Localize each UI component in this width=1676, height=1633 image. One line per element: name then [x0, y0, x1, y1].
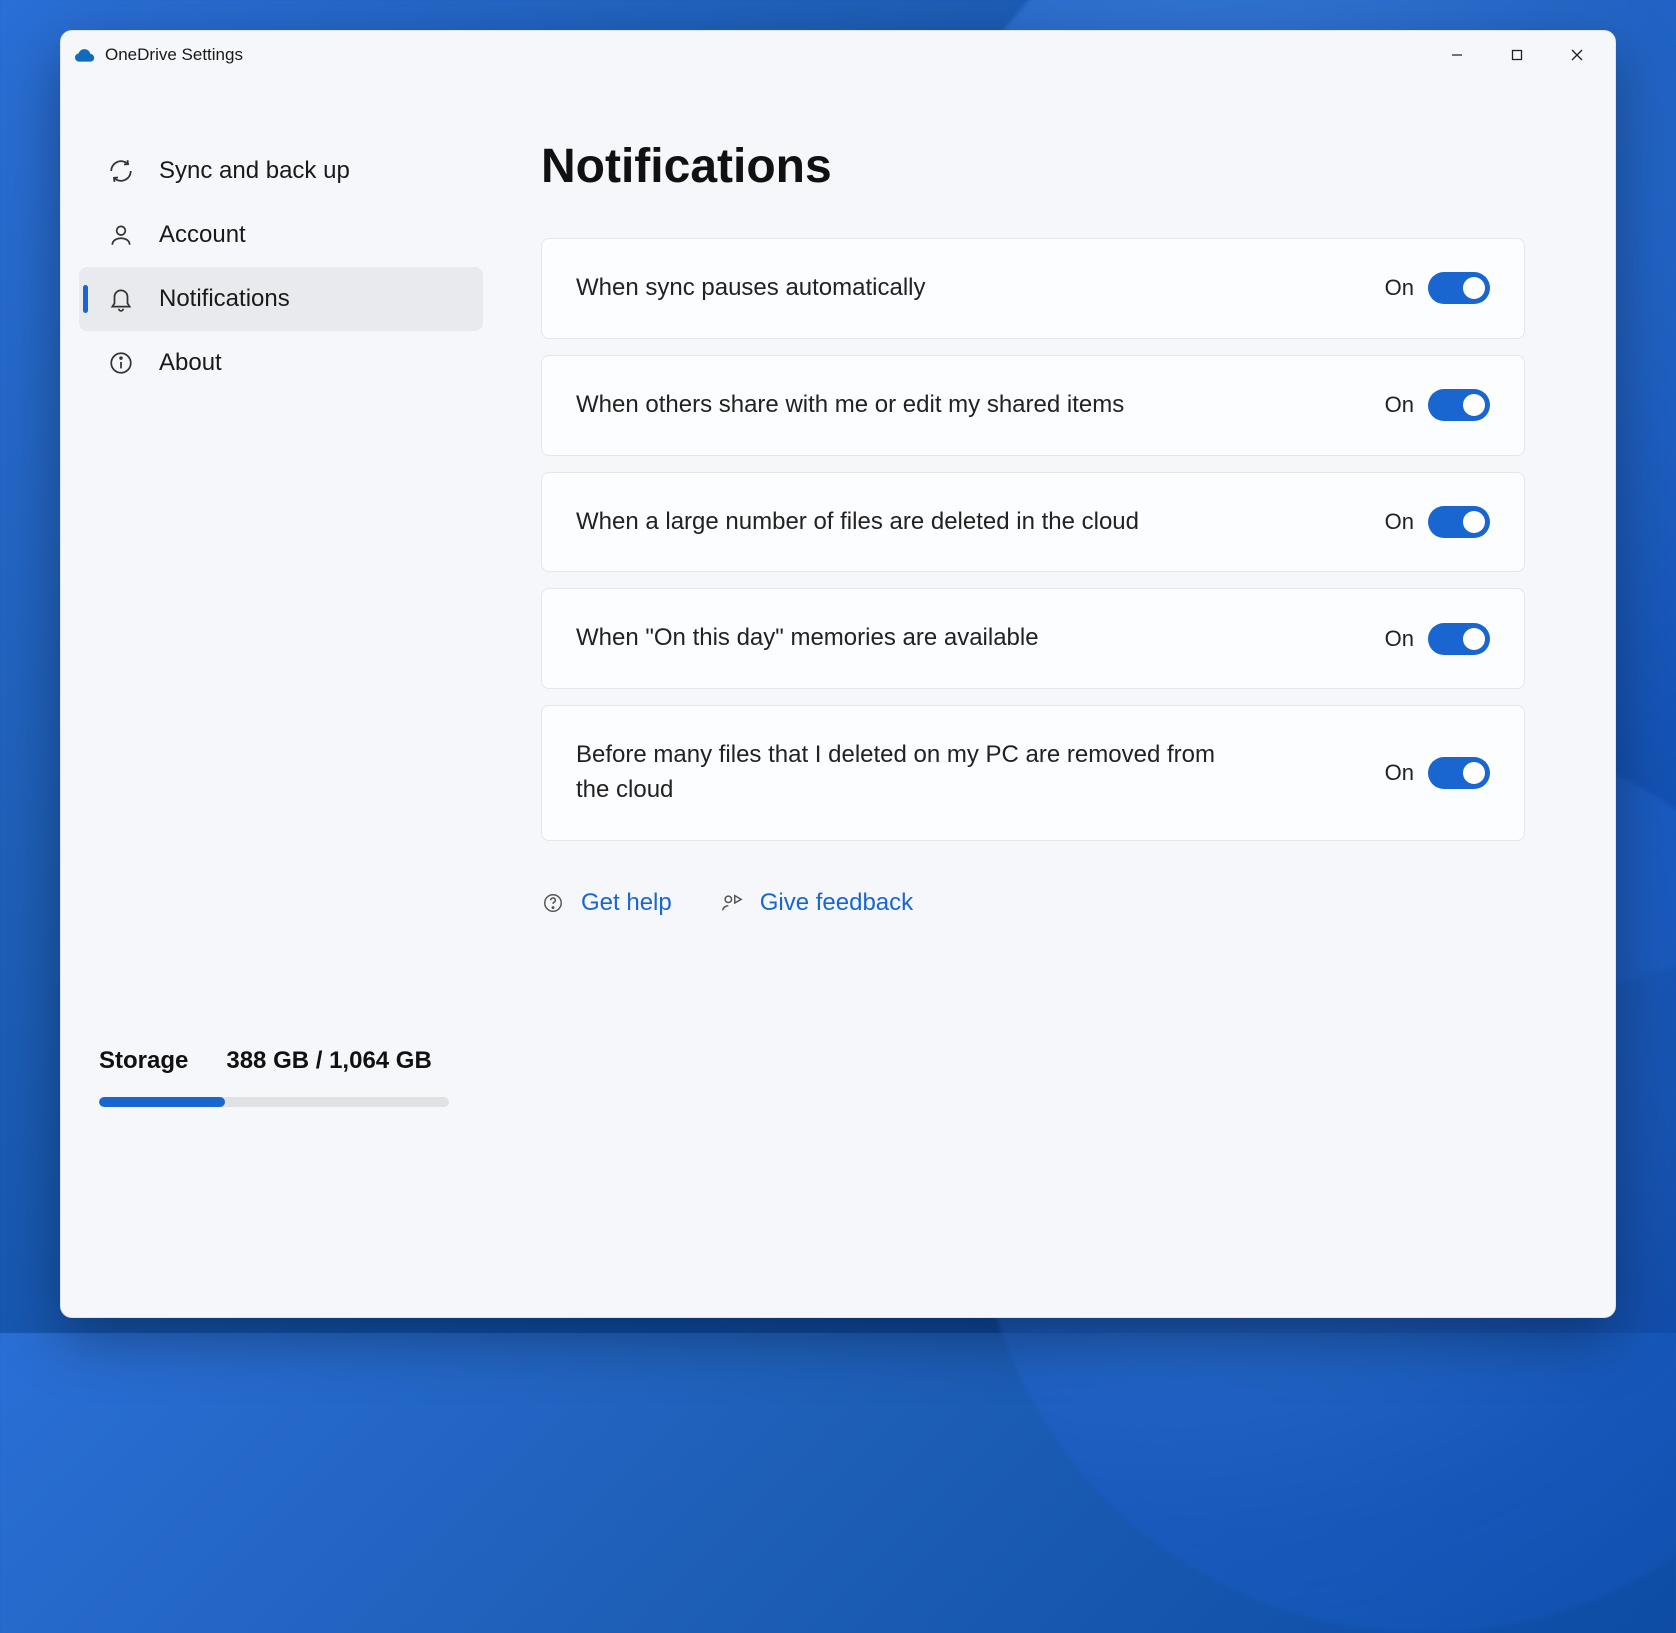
onedrive-settings-window: OneDrive Settings	[60, 30, 1616, 1318]
toggle-state-text: On	[1385, 275, 1414, 301]
titlebar[interactable]: OneDrive Settings	[61, 31, 1615, 79]
setting-before-remove-from-cloud: Before many files that I deleted on my P…	[541, 705, 1525, 841]
storage-label: Storage	[99, 1047, 188, 1075]
setting-label: When "On this day" memories are availabl…	[576, 621, 1039, 656]
setting-others-share: When others share with me or edit my sha…	[541, 355, 1525, 456]
setting-sync-pause: When sync pauses automatically On	[541, 238, 1525, 339]
setting-on-this-day: When "On this day" memories are availabl…	[541, 588, 1525, 689]
setting-many-deleted-cloud: When a large number of files are deleted…	[541, 472, 1525, 573]
close-button[interactable]	[1547, 35, 1607, 75]
window-title: OneDrive Settings	[105, 45, 243, 65]
sidebar-item-label: Sync and back up	[159, 157, 350, 185]
sidebar-item-sync-and-back-up[interactable]: Sync and back up	[79, 139, 483, 203]
toggle-many-deleted-cloud[interactable]	[1428, 506, 1490, 538]
setting-label: When others share with me or edit my sha…	[576, 388, 1124, 423]
storage-section: Storage 388 GB / 1,064 GB	[79, 1047, 483, 1287]
storage-progress-bar	[99, 1097, 449, 1107]
person-icon	[107, 221, 135, 249]
setting-label: Before many files that I deleted on my P…	[576, 738, 1216, 808]
setting-label: When sync pauses automatically	[576, 271, 926, 306]
setting-label: When a large number of files are deleted…	[576, 505, 1139, 540]
maximize-button[interactable]	[1487, 35, 1547, 75]
link-label: Give feedback	[760, 889, 913, 917]
give-feedback-link[interactable]: Give feedback	[720, 889, 913, 917]
sidebar-item-account[interactable]: Account	[79, 203, 483, 267]
sidebar-item-notifications[interactable]: Notifications	[79, 267, 483, 331]
toggle-state-text: On	[1385, 760, 1414, 786]
sidebar-item-label: About	[159, 349, 222, 377]
toggle-others-share[interactable]	[1428, 389, 1490, 421]
onedrive-cloud-icon	[75, 45, 95, 65]
toggle-on-this-day[interactable]	[1428, 623, 1490, 655]
storage-progress-fill	[99, 1097, 225, 1107]
sync-icon	[107, 157, 135, 185]
toggle-state-text: On	[1385, 509, 1414, 535]
main-content: Notifications When sync pauses automatic…	[501, 79, 1615, 1317]
page-title: Notifications	[541, 139, 1525, 194]
feedback-icon	[720, 891, 744, 915]
sidebar: Sync and back up Account Notifications	[61, 79, 501, 1317]
toggle-sync-pause[interactable]	[1428, 272, 1490, 304]
link-label: Get help	[581, 889, 672, 917]
toggle-before-remove-from-cloud[interactable]	[1428, 757, 1490, 789]
bell-icon	[107, 285, 135, 313]
toggle-state-text: On	[1385, 392, 1414, 418]
sidebar-item-label: Account	[159, 221, 246, 249]
sidebar-item-about[interactable]: About	[79, 331, 483, 395]
footer-links: Get help Give feedback	[541, 889, 1525, 917]
sidebar-item-label: Notifications	[159, 285, 290, 313]
minimize-button[interactable]	[1427, 35, 1487, 75]
get-help-link[interactable]: Get help	[541, 889, 672, 917]
help-icon	[541, 891, 565, 915]
toggle-state-text: On	[1385, 626, 1414, 652]
storage-value: 388 GB / 1,064 GB	[226, 1047, 431, 1075]
info-icon	[107, 349, 135, 377]
